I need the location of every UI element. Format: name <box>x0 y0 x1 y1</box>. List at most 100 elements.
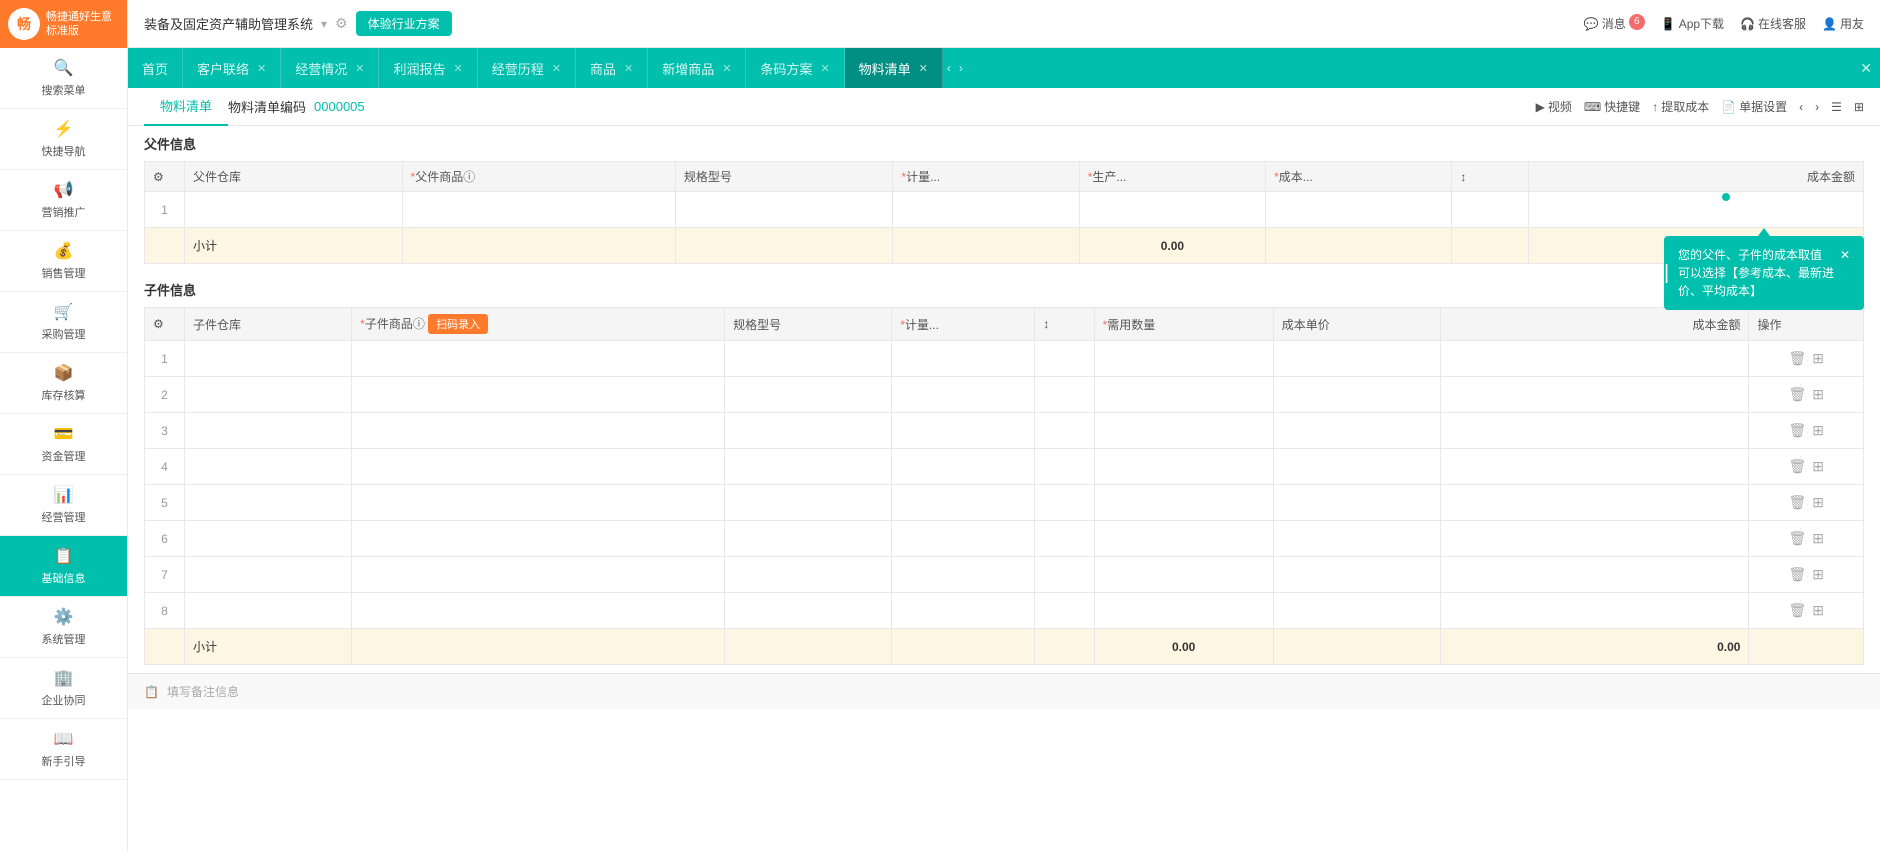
child-row-7-unit-price[interactable] <box>1273 557 1440 593</box>
child-row-6-unit[interactable] <box>892 521 1035 557</box>
child-row-4-cost-amount[interactable] <box>1440 449 1749 485</box>
child-row-6-quantity[interactable] <box>1094 521 1273 557</box>
child-row-2-unit-price[interactable] <box>1273 377 1440 413</box>
child-row-1-spec[interactable] <box>725 341 892 377</box>
nav-next-button[interactable]: › <box>1815 100 1819 114</box>
delete-icon-3[interactable]: 🗑 <box>1788 422 1806 439</box>
delete-icon-5[interactable]: 🗑 <box>1788 494 1806 511</box>
child-row-4-unit[interactable] <box>892 449 1035 485</box>
child-row-1-warehouse[interactable] <box>185 341 352 377</box>
sidebar-item-system[interactable]: ⚙️ 系统管理 <box>0 597 127 658</box>
tab-history[interactable]: 经营历程 ✕ <box>478 48 576 88</box>
view-button[interactable]: ▶ 视频 <box>1536 98 1572 115</box>
child-row-3-quantity[interactable] <box>1094 413 1273 449</box>
child-row-6-goods[interactable] <box>352 521 725 557</box>
copy-icon-7[interactable]: ⊞ <box>1812 566 1824 583</box>
copy-icon-2[interactable]: ⊞ <box>1812 386 1824 403</box>
child-row-7-goods[interactable] <box>352 557 725 593</box>
child-row-8-quantity[interactable] <box>1094 593 1273 629</box>
child-row-1-cost-amount[interactable] <box>1440 341 1749 377</box>
child-row-2-goods[interactable] <box>352 377 725 413</box>
tab-customer[interactable]: 客户联络 ✕ <box>183 48 281 88</box>
child-row-3-unit-price[interactable] <box>1273 413 1440 449</box>
message-button[interactable]: 💬 消息 6 <box>1584 15 1645 32</box>
sidebar-item-sales[interactable]: 💰 销售管理 <box>0 231 127 292</box>
child-row-8-warehouse[interactable] <box>185 593 352 629</box>
child-row-2-spec[interactable] <box>725 377 892 413</box>
child-row-1-goods[interactable] <box>352 341 725 377</box>
sidebar-item-marketing[interactable]: 📢 营销推广 <box>0 170 127 231</box>
settings-icon[interactable]: ⚙ <box>335 15 348 32</box>
child-row-3-warehouse[interactable] <box>185 413 352 449</box>
child-row-8-unit[interactable] <box>892 593 1035 629</box>
sidebar-item-basic-info[interactable]: 📋 基础信息 <box>0 536 127 597</box>
child-row-2-cost-amount[interactable] <box>1440 377 1749 413</box>
copy-icon-4[interactable]: ⊞ <box>1812 458 1824 475</box>
tooltip-close-button[interactable]: ✕ <box>1840 246 1850 264</box>
child-row-6-spec[interactable] <box>725 521 892 557</box>
child-row-6-warehouse[interactable] <box>185 521 352 557</box>
child-row-7-quantity[interactable] <box>1094 557 1273 593</box>
child-row-3-cost-amount[interactable] <box>1440 413 1749 449</box>
child-row-1-unit-price[interactable] <box>1273 341 1440 377</box>
nav-prev-button[interactable]: ‹ <box>1799 100 1803 114</box>
delete-icon-6[interactable]: 🗑 <box>1788 530 1806 547</box>
child-row-7-unit[interactable] <box>892 557 1035 593</box>
sidebar-item-quick-nav[interactable]: ⚡ 快捷导航 <box>0 109 127 170</box>
tab-bom[interactable]: 物料清单 ✕ <box>845 48 943 88</box>
expand-icon[interactable]: ⊞ <box>1854 100 1864 114</box>
child-row-5-cost-amount[interactable] <box>1440 485 1749 521</box>
tab-bom-close[interactable]: ✕ <box>919 62 928 75</box>
copy-icon-1[interactable]: ⊞ <box>1812 350 1824 367</box>
tab-profit[interactable]: 利润报告 ✕ <box>379 48 477 88</box>
child-row-5-quantity[interactable] <box>1094 485 1273 521</box>
tab-barcode-close[interactable]: ✕ <box>820 62 829 75</box>
parent-row-1-warehouse[interactable] <box>185 192 403 228</box>
nav-right-arrow[interactable]: › <box>955 61 967 75</box>
close-all-button[interactable]: ✕ <box>1852 60 1880 77</box>
child-row-6-unit-price[interactable] <box>1273 521 1440 557</box>
child-row-5-goods[interactable] <box>352 485 725 521</box>
parent-row-1-goods[interactable] <box>402 192 675 228</box>
child-row-2-quantity[interactable] <box>1094 377 1273 413</box>
child-row-4-quantity[interactable] <box>1094 449 1273 485</box>
parent-row-1-produce[interactable] <box>1079 192 1265 228</box>
parent-row-1-cost[interactable] <box>1266 192 1452 228</box>
tab-new-goods[interactable]: 新增商品 ✕ <box>648 48 746 88</box>
parent-row-1-unit[interactable] <box>893 192 1079 228</box>
tab-history-close[interactable]: ✕ <box>552 62 561 75</box>
child-row-8-spec[interactable] <box>725 593 892 629</box>
online-service-button[interactable]: 🎧 在线客服 <box>1740 15 1806 32</box>
sidebar-item-guide[interactable]: 📖 新手引导 <box>0 719 127 780</box>
single-setting-button[interactable]: 📄 单据设置 <box>1721 98 1787 115</box>
tab-profit-close[interactable]: ✕ <box>454 62 463 75</box>
tab-home[interactable]: 首页 <box>128 48 183 88</box>
child-row-3-spec[interactable] <box>725 413 892 449</box>
sidebar-item-inventory[interactable]: 📦 库存核算 <box>0 353 127 414</box>
parent-row-1-cost-amount[interactable] <box>1529 192 1864 228</box>
copy-icon-5[interactable]: ⊞ <box>1812 494 1824 511</box>
sidebar-item-operations[interactable]: 📊 经营管理 <box>0 475 127 536</box>
app-download-button[interactable]: 📱 App下载 <box>1661 15 1724 32</box>
delete-icon-1[interactable]: 🗑 <box>1788 350 1806 367</box>
child-row-7-cost-amount[interactable] <box>1440 557 1749 593</box>
sidebar-item-finance[interactable]: 💳 资金管理 <box>0 414 127 475</box>
tab-operations-close[interactable]: ✕ <box>355 62 364 75</box>
child-row-1-unit[interactable] <box>892 341 1035 377</box>
user-button[interactable]: 👤 用友 <box>1822 15 1864 32</box>
tab-goods-close[interactable]: ✕ <box>624 62 633 75</box>
delete-icon-8[interactable]: 🗑 <box>1788 602 1806 619</box>
child-row-7-warehouse[interactable] <box>185 557 352 593</box>
tab-customer-close[interactable]: ✕ <box>257 62 266 75</box>
sidebar-item-search[interactable]: 🔍 搜索菜单 <box>0 48 127 109</box>
nav-left-arrow[interactable]: ‹ <box>943 61 955 75</box>
child-row-5-warehouse[interactable] <box>185 485 352 521</box>
child-row-2-unit[interactable] <box>892 377 1035 413</box>
tab-goods[interactable]: 商品 ✕ <box>576 48 648 88</box>
delete-icon-7[interactable]: 🗑 <box>1788 566 1806 583</box>
child-row-7-spec[interactable] <box>725 557 892 593</box>
copy-icon-8[interactable]: ⊞ <box>1812 602 1824 619</box>
child-row-4-spec[interactable] <box>725 449 892 485</box>
child-row-8-goods[interactable] <box>352 593 725 629</box>
child-row-5-unit-price[interactable] <box>1273 485 1440 521</box>
